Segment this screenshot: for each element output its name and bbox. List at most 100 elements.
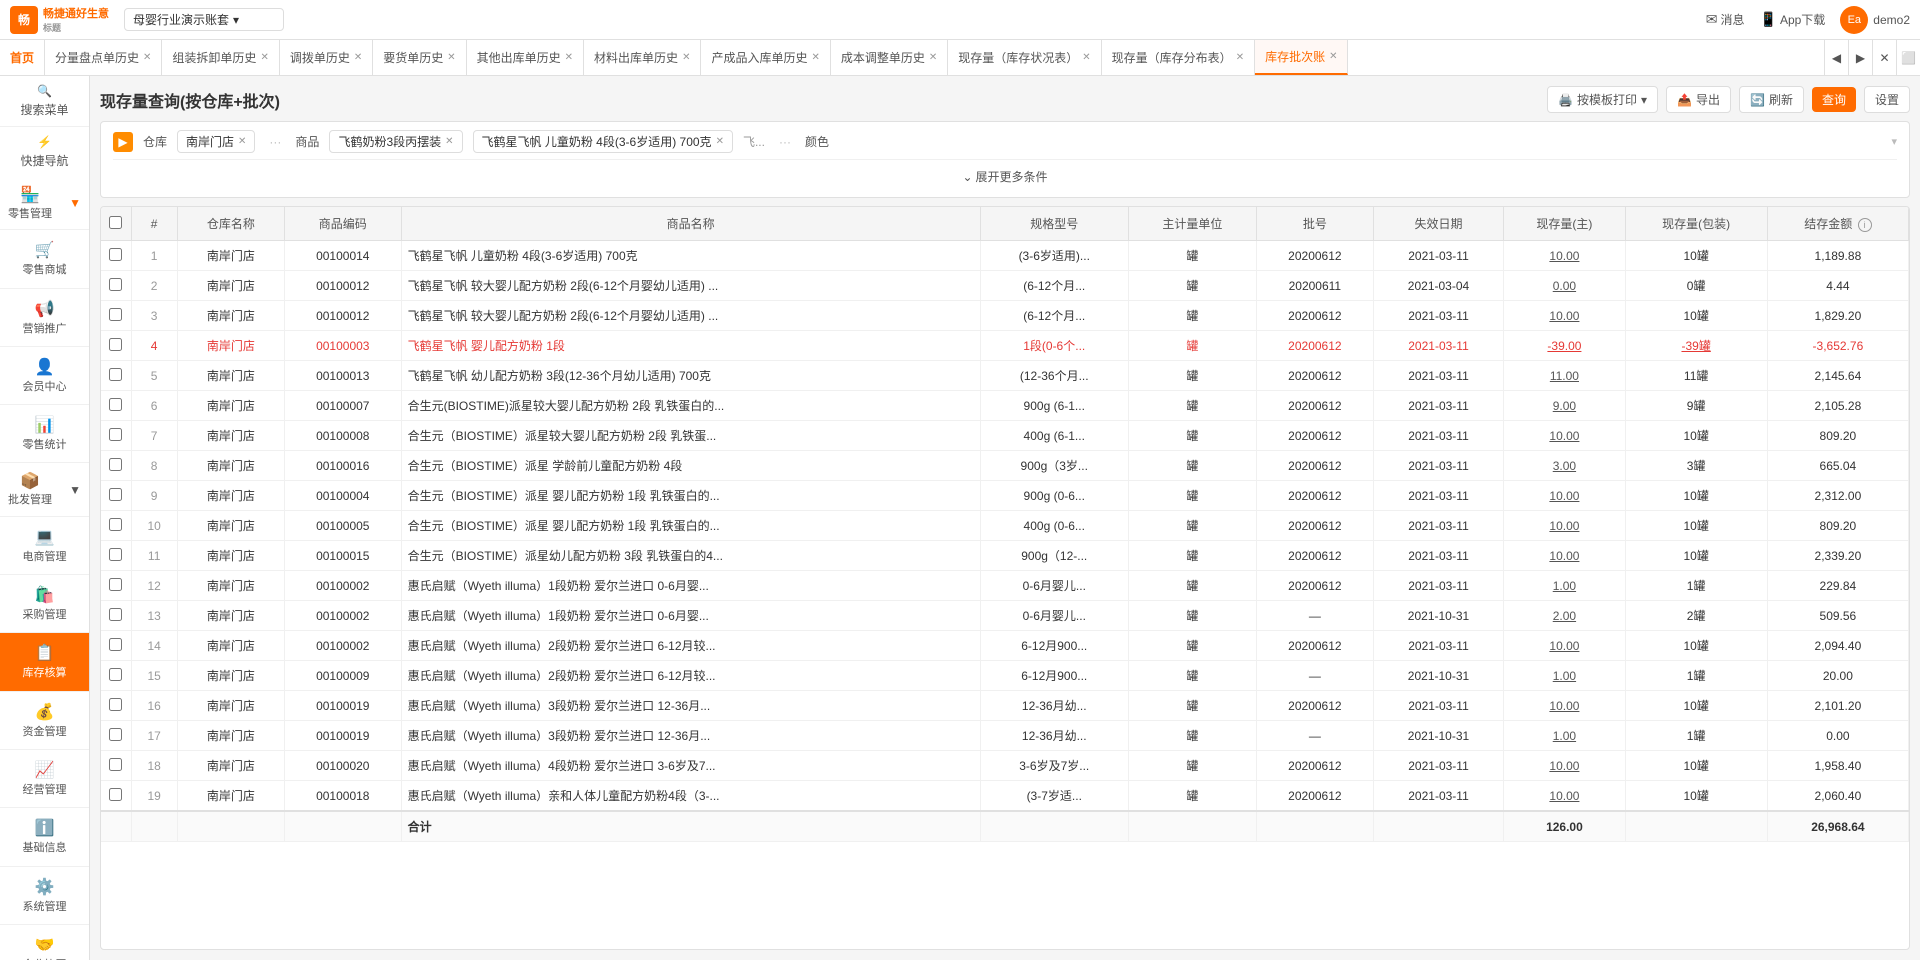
row-checkbox[interactable] <box>109 548 122 561</box>
tab-next-arrow[interactable]: ▶ <box>1848 40 1872 76</box>
tab-disassembly[interactable]: 组装拆卸单历史 ✕ <box>162 40 279 75</box>
settings-btn[interactable]: 设置 <box>1864 86 1910 113</box>
tab-batch-voucher[interactable]: 库存批次账 ✕ <box>1255 40 1348 75</box>
tab-close-all[interactable]: ✕ <box>1872 40 1896 76</box>
industry-selector[interactable]: 母婴行业演示账套 ▾ <box>124 8 284 31</box>
row-checkbox[interactable] <box>109 308 122 321</box>
query-btn[interactable]: 查询 <box>1812 87 1856 112</box>
sidebar-item-inventory-check[interactable]: 📋 库存核算 <box>0 633 89 691</box>
tab-other-outbound[interactable]: 其他出库单历史 ✕ <box>467 40 584 75</box>
tab-requisition[interactable]: 要货单历史 ✕ <box>373 40 466 75</box>
tab-home[interactable]: 首页 <box>0 40 45 75</box>
color-dropdown-arrow[interactable]: ▾ <box>1891 135 1897 148</box>
cell-checkbox[interactable] <box>101 361 131 391</box>
close-tab-material-outbound[interactable]: ✕ <box>682 52 690 63</box>
close-tab-cost-adjustment[interactable]: ✕ <box>929 52 937 63</box>
cell-checkbox[interactable] <box>101 721 131 751</box>
sidebar-item-enterprise-collab[interactable]: 🤝 企业协同 <box>0 925 89 960</box>
tab-production-inbound[interactable]: 产成品入库单历史 ✕ <box>701 40 830 75</box>
filter-expand-arrow[interactable]: ▶ <box>113 132 133 152</box>
amount-info-icon[interactable]: i <box>1858 218 1872 232</box>
close-tab-other-outbound[interactable]: ✕ <box>565 52 573 63</box>
select-all-checkbox[interactable] <box>109 216 122 229</box>
tab-cost-adjustment[interactable]: 成本调整单历史 ✕ <box>831 40 948 75</box>
row-checkbox[interactable] <box>109 398 122 411</box>
close-tab-disassembly[interactable]: ✕ <box>260 52 268 63</box>
close-tab-production-inbound[interactable]: ✕ <box>811 52 819 63</box>
product-tag-1-remove[interactable]: ✕ <box>445 136 453 147</box>
close-tab-transfer[interactable]: ✕ <box>354 52 362 63</box>
cell-checkbox[interactable] <box>101 661 131 691</box>
row-checkbox[interactable] <box>109 458 122 471</box>
row-checkbox[interactable] <box>109 488 122 501</box>
row-checkbox[interactable] <box>109 758 122 771</box>
product-tag-2-remove[interactable]: ✕ <box>716 136 724 147</box>
row-checkbox[interactable] <box>109 518 122 531</box>
tab-transfer[interactable]: 调拨单历史 ✕ <box>280 40 373 75</box>
sidebar-item-system-mgmt[interactable]: ⚙️ 系统管理 <box>0 867 89 925</box>
cell-checkbox[interactable] <box>101 481 131 511</box>
cell-checkbox[interactable] <box>101 301 131 331</box>
cell-checkbox[interactable] <box>101 601 131 631</box>
app-download-btn[interactable]: 📱 App下载 <box>1760 11 1826 28</box>
sidebar-item-ecommerce-mgmt[interactable]: 💻 电商管理 <box>0 517 89 575</box>
close-tab-requisition[interactable]: ✕ <box>447 52 455 63</box>
row-checkbox[interactable] <box>109 698 122 711</box>
cell-checkbox[interactable] <box>101 271 131 301</box>
cell-checkbox[interactable] <box>101 391 131 421</box>
row-checkbox[interactable] <box>109 428 122 441</box>
row-checkbox[interactable] <box>109 368 122 381</box>
cell-checkbox[interactable] <box>101 781 131 812</box>
row-checkbox[interactable] <box>109 608 122 621</box>
row-checkbox[interactable] <box>109 728 122 741</box>
cell-checkbox[interactable] <box>101 691 131 721</box>
row-checkbox[interactable] <box>109 278 122 291</box>
cell-checkbox[interactable] <box>101 511 131 541</box>
tab-maximize[interactable]: ⬜ <box>1896 40 1920 76</box>
tab-material-outbound[interactable]: 材料出库单历史 ✕ <box>584 40 701 75</box>
cell-checkbox[interactable] <box>101 631 131 661</box>
export-btn[interactable]: 📤 导出 <box>1666 86 1731 113</box>
sidebar-item-finance-mgmt[interactable]: 💰 资金管理 <box>0 692 89 750</box>
cell-checkbox[interactable] <box>101 751 131 781</box>
row-checkbox[interactable] <box>109 638 122 651</box>
warehouse-tag-remove[interactable]: ✕ <box>238 136 246 147</box>
message-btn[interactable]: ✉ 消息 <box>1706 11 1745 28</box>
sidebar-item-purchase-mgmt[interactable]: 🛍️ 采购管理 <box>0 575 89 633</box>
tab-inventory-status[interactable]: 现存量（库存状况表） ✕ <box>948 40 1101 75</box>
cell-checkbox[interactable] <box>101 241 131 271</box>
close-tab-split-inventory[interactable]: ✕ <box>143 52 151 63</box>
sidebar-item-retail-stats[interactable]: 📊 零售统计 <box>0 405 89 463</box>
cell-checkbox[interactable] <box>101 421 131 451</box>
tab-prev-arrow[interactable]: ◀ <box>1824 40 1848 76</box>
refresh-btn[interactable]: 🔄 刷新 <box>1739 86 1804 113</box>
row-checkbox[interactable] <box>109 248 122 261</box>
row-checkbox[interactable] <box>109 338 122 351</box>
sidebar-item-search[interactable]: 🔍 搜索菜单 <box>0 76 89 127</box>
sidebar-item-retail-mgmt[interactable]: 🏪 零售管理 ▼ <box>0 177 89 230</box>
sidebar-item-member-center[interactable]: 👤 会员中心 <box>0 347 89 405</box>
sidebar-item-marketing[interactable]: 📢 营销推广 <box>0 289 89 347</box>
row-checkbox[interactable] <box>109 788 122 801</box>
row-checkbox[interactable] <box>109 578 122 591</box>
close-tab-inventory-distribution[interactable]: ✕ <box>1236 52 1244 63</box>
sidebar-item-retail-store[interactable]: 🛒 零售商城 <box>0 230 89 288</box>
filter-expand-btn[interactable]: ⌄ 展开更多条件 <box>113 164 1897 189</box>
tab-split-inventory[interactable]: 分量盘点单历史 ✕ <box>45 40 162 75</box>
row-checkbox[interactable] <box>109 668 122 681</box>
cell-checkbox[interactable] <box>101 541 131 571</box>
cell-checkbox[interactable] <box>101 451 131 481</box>
template-print-btn[interactable]: 🖨️ 按模板打印 ▾ <box>1547 86 1658 113</box>
sidebar-item-operations-mgmt[interactable]: 📈 经营管理 <box>0 750 89 808</box>
cell-checkbox[interactable] <box>101 331 131 361</box>
cell-name: 合生元(BIOSTIME)派星较大婴儿配方奶粉 2段 乳铁蛋白的... <box>401 391 980 421</box>
tab-inventory-distribution[interactable]: 现存量（库存分布表） ✕ <box>1102 40 1255 75</box>
sidebar-item-quick-nav[interactable]: ⚡ 快捷导航 <box>0 127 89 177</box>
sidebar-item-wholesale-mgmt[interactable]: 📦 批发管理 ▼ <box>0 463 89 516</box>
close-tab-batch-voucher[interactable]: ✕ <box>1329 51 1337 62</box>
close-tab-inventory-status[interactable]: ✕ <box>1082 52 1090 63</box>
sidebar-item-basic-info[interactable]: ℹ️ 基础信息 <box>0 808 89 866</box>
cell-checkbox[interactable] <box>101 571 131 601</box>
col-warehouse: 仓库名称 <box>177 207 284 241</box>
user-area[interactable]: Ea demo2 <box>1840 6 1910 34</box>
